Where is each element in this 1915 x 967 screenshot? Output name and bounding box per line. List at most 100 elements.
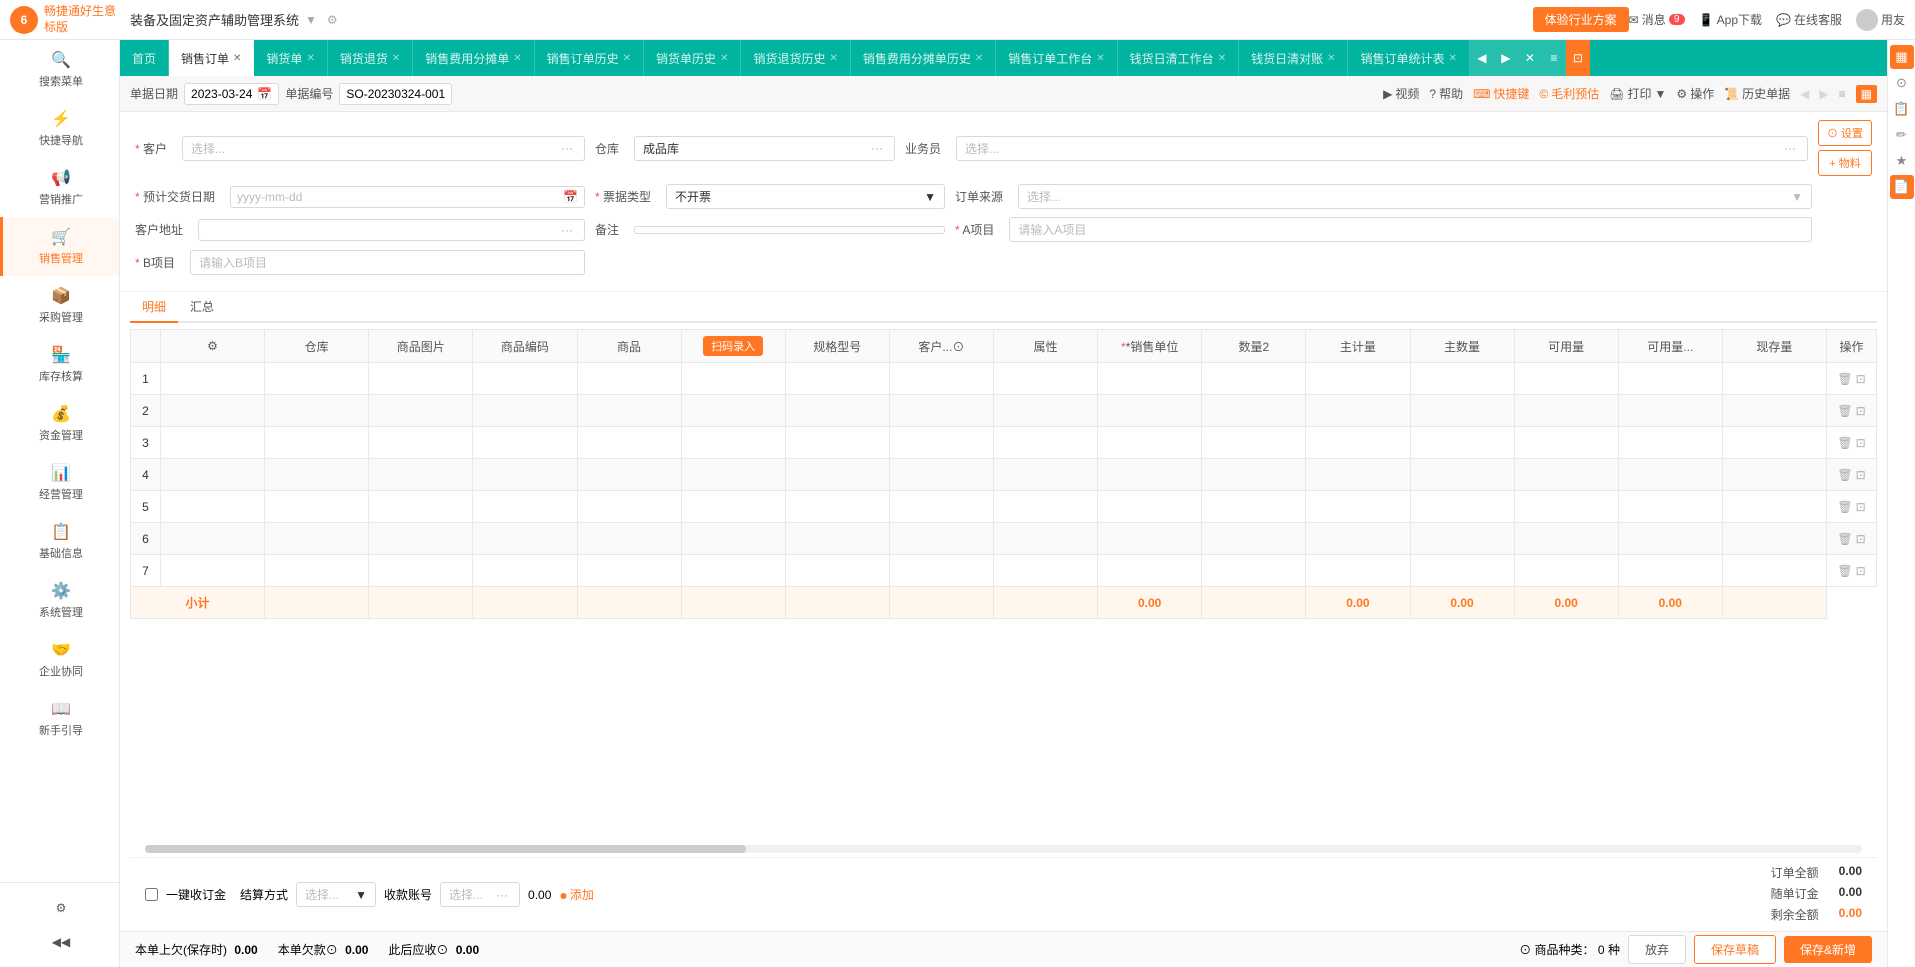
col-sales-unit-header[interactable]: **销售单位 [1098,330,1202,363]
row-customer-no[interactable] [889,523,993,555]
b-project-input[interactable]: 请输入B项目 [190,250,585,275]
app-download-item[interactable]: 📱 App下载 [1699,11,1762,28]
save-draft-button[interactable]: 保存草稿 [1694,935,1776,964]
row-product[interactable] [577,523,681,555]
tab-expense-split[interactable]: 销售费用分摊单 ✕ [413,40,534,76]
history-btn[interactable]: 📜 历史单据 [1724,85,1790,102]
tab-close-icon[interactable]: ✕ [829,53,837,64]
tab-home[interactable]: 首页 [120,40,169,76]
row-sales-unit[interactable] [1098,459,1202,491]
delete-icon[interactable]: 🗑 [1837,468,1852,482]
one-key-checkbox[interactable] [145,888,158,901]
row-main-qty[interactable] [1410,491,1514,523]
col-available-qty2-header[interactable]: 可用量... [1618,330,1722,363]
copy-icon[interactable]: ⊡ [1856,404,1866,418]
row-sales-unit[interactable] [1098,395,1202,427]
account-select[interactable]: 选择... ··· [440,882,520,907]
sidebar-item-finance[interactable]: 💰 资金管理 [0,394,119,453]
customer-ellipsis[interactable]: ··· [558,141,576,155]
row-customer-no[interactable] [889,555,993,587]
row-qty2[interactable] [1202,555,1306,587]
sidebar-item-nav[interactable]: ⚡ 快捷导航 [0,99,119,158]
tab-sales-history[interactable]: 销售订单历史 ✕ [535,40,644,76]
row-warehouse[interactable] [265,523,369,555]
copy-icon[interactable]: ⊡ [1856,564,1866,578]
row-qty2[interactable] [1202,427,1306,459]
tab-close-icon[interactable]: ✕ [623,53,631,64]
copy-icon[interactable]: ⊡ [1856,500,1866,514]
right-icon-6[interactable]: 📄 [1890,175,1914,199]
row-sales-unit[interactable] [1098,555,1202,587]
row-product[interactable] [577,491,681,523]
copy-icon[interactable]: ⊡ [1856,532,1866,546]
col-stock-qty-header[interactable]: 现存量 [1722,330,1826,363]
a-project-input[interactable]: 请输入A项目 [1009,217,1812,242]
row-customer-no[interactable] [889,427,993,459]
solution-button[interactable]: 体验行业方案 [1533,7,1629,32]
col-spec-header[interactable]: 规格型号 [785,330,889,363]
row-attribute[interactable] [994,491,1098,523]
tab-invoice-history[interactable]: 销货单历史 ✕ [644,40,741,76]
row-warehouse[interactable] [265,491,369,523]
row-main-qty[interactable] [1410,555,1514,587]
tab-close-icon[interactable]: ✕ [233,53,241,64]
col-warehouse-header[interactable]: 仓库 [265,330,369,363]
copy-icon[interactable]: ⊡ [1856,436,1866,450]
sidebar-item-search[interactable]: 🔍 搜索菜单 [0,40,119,99]
sidebar-item-management[interactable]: 📊 经营管理 [0,453,119,512]
shortcut-btn[interactable]: ⌨ 快捷键 [1473,85,1529,102]
row-warehouse[interactable] [265,395,369,427]
delete-icon[interactable]: 🗑 [1837,372,1852,386]
row-qty2[interactable] [1202,491,1306,523]
row-customer-no[interactable] [889,491,993,523]
staff-input[interactable]: 选择... ··· [956,136,1808,161]
profit-btn[interactable]: © 毛利预估 [1539,85,1599,102]
row-main-unit[interactable] [1306,523,1410,555]
row-attribute[interactable] [994,395,1098,427]
row-sales-unit[interactable] [1098,427,1202,459]
tab-cash-reconcile[interactable]: 钱货日清对账 ✕ [1239,40,1348,76]
view-btn[interactable]: ▶ 视频 [1383,85,1419,102]
delete-icon[interactable]: 🗑 [1837,404,1852,418]
right-icon-5[interactable]: ★ [1890,149,1914,173]
row-product-code[interactable] [473,427,577,459]
tab-close-all-btn[interactable]: ✕ [1518,40,1542,76]
row-product-code[interactable] [473,555,577,587]
discard-button[interactable]: 放弃 [1628,935,1686,964]
row-sales-unit[interactable] [1098,523,1202,555]
tab-next-btn[interactable]: ▶ [1494,40,1518,76]
sidebar-item-settings[interactable]: ⚙ [0,891,119,925]
delete-icon[interactable]: 🗑 [1837,564,1852,578]
col-available-qty-header[interactable]: 可用量 [1514,330,1618,363]
table-container[interactable]: ⚙ 仓库 商品图片 商品编码 [130,329,1877,841]
tab-close-icon[interactable]: ✕ [392,53,400,64]
horizontal-scrollbar[interactable] [145,845,1862,853]
row-warehouse[interactable] [265,459,369,491]
tab-expense-history[interactable]: 销售费用分摊单历史 ✕ [851,40,996,76]
row-qty2[interactable] [1202,459,1306,491]
row-attribute[interactable] [994,555,1098,587]
row-product[interactable] [577,459,681,491]
add-material-button[interactable]: + 物料 [1818,150,1872,176]
col-attribute-header[interactable]: 属性 [994,330,1098,363]
address-ellipsis[interactable]: ··· [558,223,576,237]
delete-icon[interactable]: 🗑 [1837,532,1852,546]
help-btn[interactable]: ? 帮助 [1429,85,1463,102]
row-main-unit[interactable] [1306,555,1410,587]
row-main-unit[interactable] [1306,491,1410,523]
sidebar-item-inventory[interactable]: 🏪 库存核算 [0,335,119,394]
order-source-input[interactable]: 选择... ▼ [1018,184,1812,209]
card-view-icon[interactable]: ▦ [1856,85,1877,103]
customer-input[interactable]: 选择... ··· [182,136,585,161]
tab-close-icon[interactable]: ✕ [1449,53,1457,64]
account-ellipsis[interactable]: ··· [493,888,511,902]
tab-close-icon[interactable]: ✕ [306,53,314,64]
row-main-qty[interactable] [1410,523,1514,555]
row-main-qty[interactable] [1410,395,1514,427]
tab-return[interactable]: 销货退货 ✕ [328,40,413,76]
tab-close-icon[interactable]: ✕ [720,53,728,64]
operation-btn[interactable]: ⚙ 操作 [1676,85,1714,102]
sidebar-collapse-btn[interactable]: ◀◀ [0,925,119,959]
row-qty2[interactable] [1202,523,1306,555]
right-icon-1[interactable]: ▦ [1890,45,1914,69]
